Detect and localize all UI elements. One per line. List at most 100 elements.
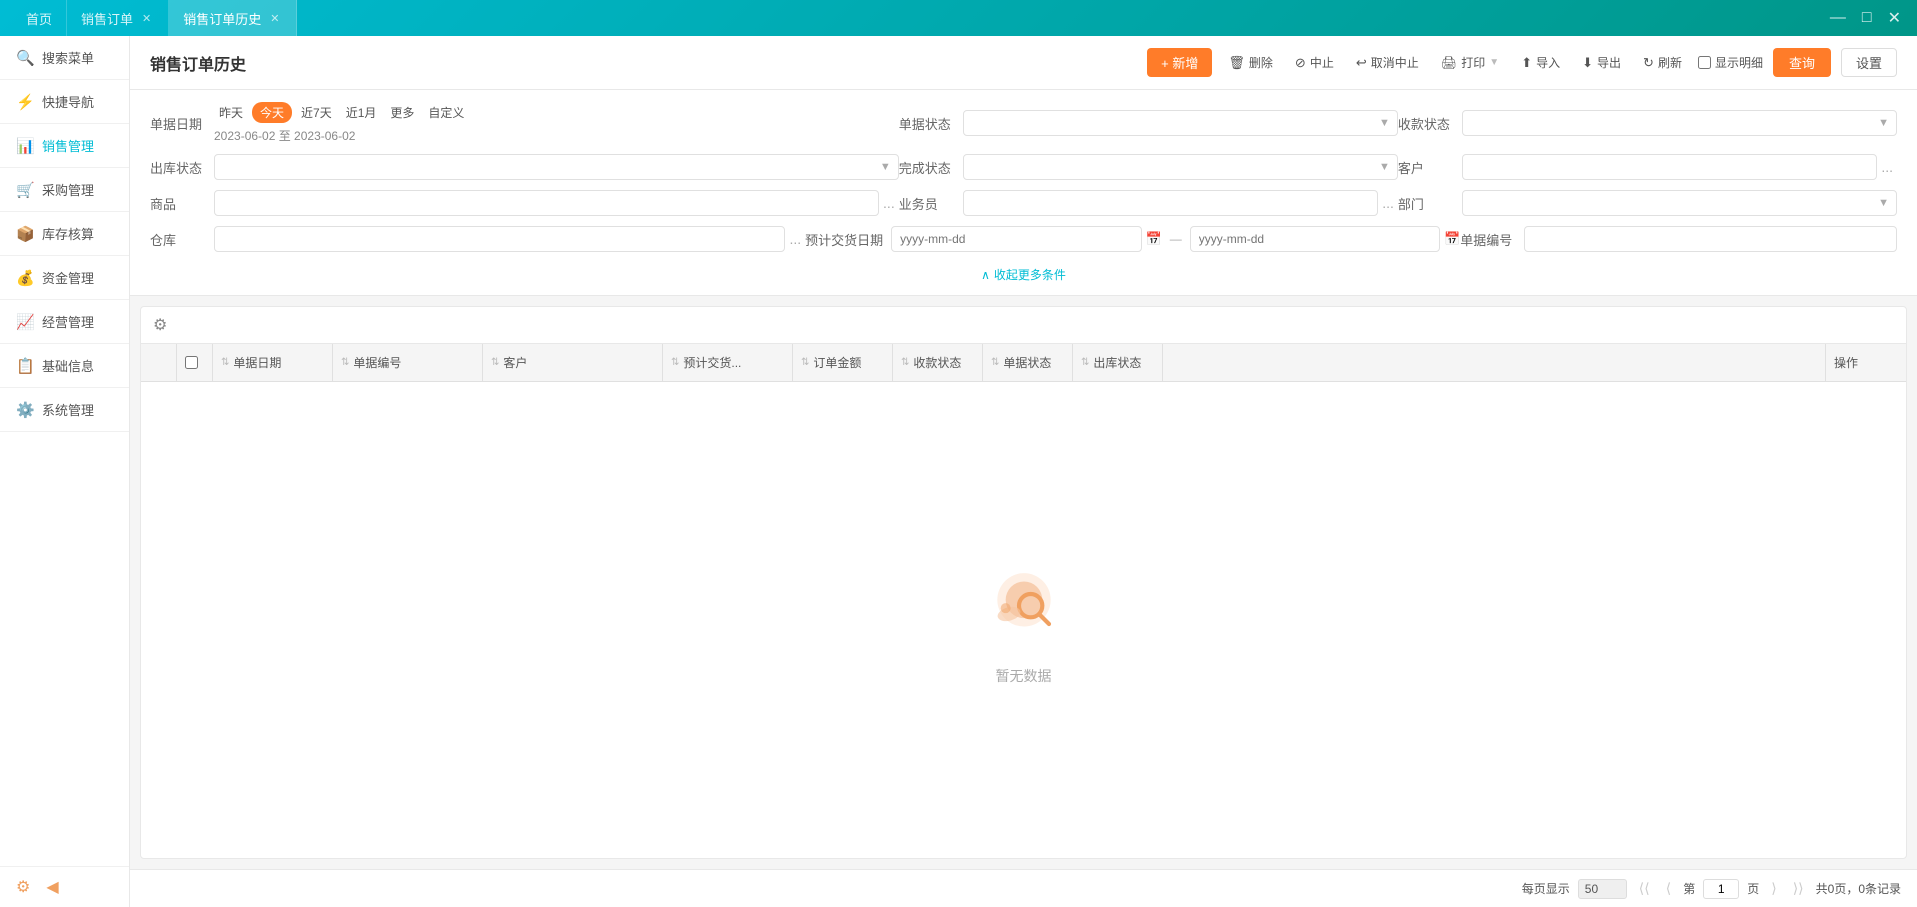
export-btn[interactable]: ⬇ 导出: [1576, 50, 1627, 75]
new-btn[interactable]: + 新增: [1147, 48, 1212, 77]
bill-status-select[interactable]: [963, 110, 1398, 136]
prev-page-btn[interactable]: ⟨: [1662, 878, 1675, 899]
minimize-btn[interactable]: —: [1826, 5, 1850, 31]
sidebar-item-basic-info[interactable]: 📋 基础信息: [0, 344, 129, 388]
sidebar-item-inventory[interactable]: 📦 库存核算: [0, 212, 129, 256]
bill-number-input[interactable]: [1524, 226, 1897, 252]
first-page-btn[interactable]: ⟨⟨: [1635, 878, 1654, 899]
finance-icon: 💰: [16, 269, 34, 287]
tab-sales-order-close[interactable]: ✕: [139, 11, 154, 26]
refresh-icon: ↻: [1643, 55, 1654, 71]
salesperson-input[interactable]: [963, 190, 1378, 216]
warehouse-input[interactable]: [214, 226, 785, 252]
date-btn-last7[interactable]: 近7天: [296, 102, 337, 123]
select-all-checkbox[interactable]: [185, 356, 198, 369]
delete-btn[interactable]: 🗑 删除: [1222, 50, 1279, 75]
cancel-stop-btn[interactable]: ↩ 取消中止: [1350, 50, 1425, 75]
sort-order-amount-icon[interactable]: ⇅: [801, 357, 809, 368]
calendar-from-icon[interactable]: 📅: [1146, 231, 1162, 247]
tab-sales-order-history[interactable]: 销售订单历史 ✕: [169, 0, 297, 36]
collapse-up-icon: ∧: [981, 268, 990, 282]
th-checkbox: [177, 344, 213, 381]
th-actions: 操作: [1826, 344, 1906, 381]
out-status-select[interactable]: [214, 154, 899, 180]
maximize-btn[interactable]: □: [1858, 5, 1876, 31]
date-separator: —: [1166, 232, 1186, 246]
department-select[interactable]: [1462, 190, 1897, 216]
table-area: ⚙ ⇅ 单据日期 ⇅ 单据编号 ⇅ 客户: [140, 306, 1907, 859]
goods-input[interactable]: [214, 190, 879, 216]
page-number-input[interactable]: [1703, 879, 1739, 899]
page-size-label: 每页显示: [1522, 880, 1570, 897]
salesperson-dots-btn[interactable]: ...: [1378, 195, 1398, 211]
refresh-btn[interactable]: ↻ 刷新: [1637, 50, 1688, 75]
th-bill-status-label: 单据状态: [1003, 354, 1051, 371]
sort-expected-date-icon[interactable]: ⇅: [671, 357, 679, 368]
date-btn-last1m[interactable]: 近1月: [341, 102, 382, 123]
table-toolbar: ⚙: [141, 307, 1906, 344]
sidebar-item-system[interactable]: ⚙️ 系统管理: [0, 388, 129, 432]
date-btn-more[interactable]: 更多: [385, 102, 419, 123]
sort-bill-status-icon[interactable]: ⇅: [991, 357, 999, 368]
tab-sales-order[interactable]: 销售订单 ✕: [67, 0, 169, 36]
close-btn[interactable]: ✕: [1884, 4, 1905, 32]
sort-customer-icon[interactable]: ⇅: [491, 357, 499, 368]
filter-row-1: 单据日期 昨天 今天 近7天 近1月 更多 自定义 2023-06-02 至 2…: [150, 102, 1897, 144]
bill-number-control: [1524, 226, 1897, 252]
sort-payment-status-icon[interactable]: ⇅: [901, 357, 909, 368]
expected-date-to-input[interactable]: [1190, 226, 1440, 252]
sidebar-item-sales[interactable]: 📊 销售管理: [0, 124, 129, 168]
filter-row-4: 仓库 ... 预计交货日期 📅 — 📅: [150, 226, 1897, 252]
date-btn-today[interactable]: 今天: [252, 102, 292, 123]
stop-btn[interactable]: ⊘ 中止: [1289, 50, 1340, 75]
goods-control: ...: [214, 190, 899, 216]
sidebar-item-search[interactable]: 🔍 搜索菜单: [0, 36, 129, 80]
tab-home[interactable]: 首页: [12, 0, 67, 36]
bill-status-control: ▼: [963, 110, 1398, 136]
customer-input[interactable]: [1462, 154, 1877, 180]
cancel-stop-icon: ↩: [1356, 55, 1367, 71]
query-btn[interactable]: 查询: [1773, 48, 1831, 77]
sidebar-item-operations[interactable]: 📈 经营管理: [0, 300, 129, 344]
expected-date-from-input[interactable]: [891, 226, 1141, 252]
warehouse-label: 仓库: [150, 230, 206, 249]
page-header: 销售订单历史 + 新增 🗑 删除 ⊘ 中止 ↩ 取消中止 🖨 打印: [130, 36, 1917, 90]
th-customer-label: 客户: [503, 354, 527, 371]
refresh-label: 刷新: [1658, 54, 1682, 71]
warehouse-dots-btn[interactable]: ...: [785, 231, 805, 247]
sidebar-item-quick-nav[interactable]: ⚡ 快捷导航: [0, 80, 129, 124]
tab-sales-order-history-close[interactable]: ✕: [267, 11, 282, 26]
last-page-btn[interactable]: ⟩⟩: [1789, 878, 1808, 899]
sidebar-item-finance[interactable]: 💰 资金管理: [0, 256, 129, 300]
sort-bill-no-icon[interactable]: ⇅: [341, 357, 349, 368]
filter-expected-date: 预计交货日期 📅 — 📅: [805, 226, 1460, 252]
collapse-row[interactable]: ∧ 收起更多条件: [150, 262, 1897, 287]
sort-out-status-icon[interactable]: ⇅: [1081, 357, 1089, 368]
customer-dots-btn[interactable]: ...: [1877, 159, 1897, 175]
sidebar-settings-btn[interactable]: ⚙: [16, 877, 30, 897]
date-btn-custom[interactable]: 自定义: [423, 102, 469, 123]
complete-status-select[interactable]: [963, 154, 1398, 180]
sidebar-collapse-btn[interactable]: ◀: [46, 877, 58, 897]
th-customer: ⇅ 客户: [483, 344, 663, 381]
settings-btn[interactable]: 设置: [1841, 48, 1897, 77]
sidebar-item-inventory-label: 库存核算: [42, 224, 94, 243]
main-layout: 🔍 搜索菜单 ⚡ 快捷导航 📊 销售管理 🛒 采购管理 📦 库存核算 💰 资金管…: [0, 36, 1917, 907]
calendar-to-icon[interactable]: 📅: [1444, 231, 1460, 247]
sort-date-icon[interactable]: ⇅: [221, 357, 229, 368]
filter-bill-status: 单据状态 ▼: [899, 110, 1398, 136]
date-btn-yesterday[interactable]: 昨天: [214, 102, 248, 123]
payment-status-select[interactable]: [1462, 110, 1897, 136]
goods-dots-btn[interactable]: ...: [879, 195, 899, 211]
import-btn[interactable]: ⬆ 导入: [1515, 50, 1566, 75]
page-size-select[interactable]: 10 20 50 100: [1578, 879, 1627, 899]
display-toggle-checkbox[interactable]: [1698, 56, 1711, 69]
sidebar-item-purchase[interactable]: 🛒 采购管理: [0, 168, 129, 212]
stop-label: 中止: [1310, 54, 1334, 71]
next-page-btn[interactable]: ⟩: [1767, 878, 1780, 899]
empty-text: 暂无数据: [996, 666, 1052, 686]
table-settings-icon[interactable]: ⚙: [153, 315, 167, 335]
date-label: 单据日期: [150, 114, 206, 133]
print-btn[interactable]: 🖨 打印 ▼: [1435, 50, 1505, 75]
sidebar-item-finance-label: 资金管理: [42, 268, 94, 287]
